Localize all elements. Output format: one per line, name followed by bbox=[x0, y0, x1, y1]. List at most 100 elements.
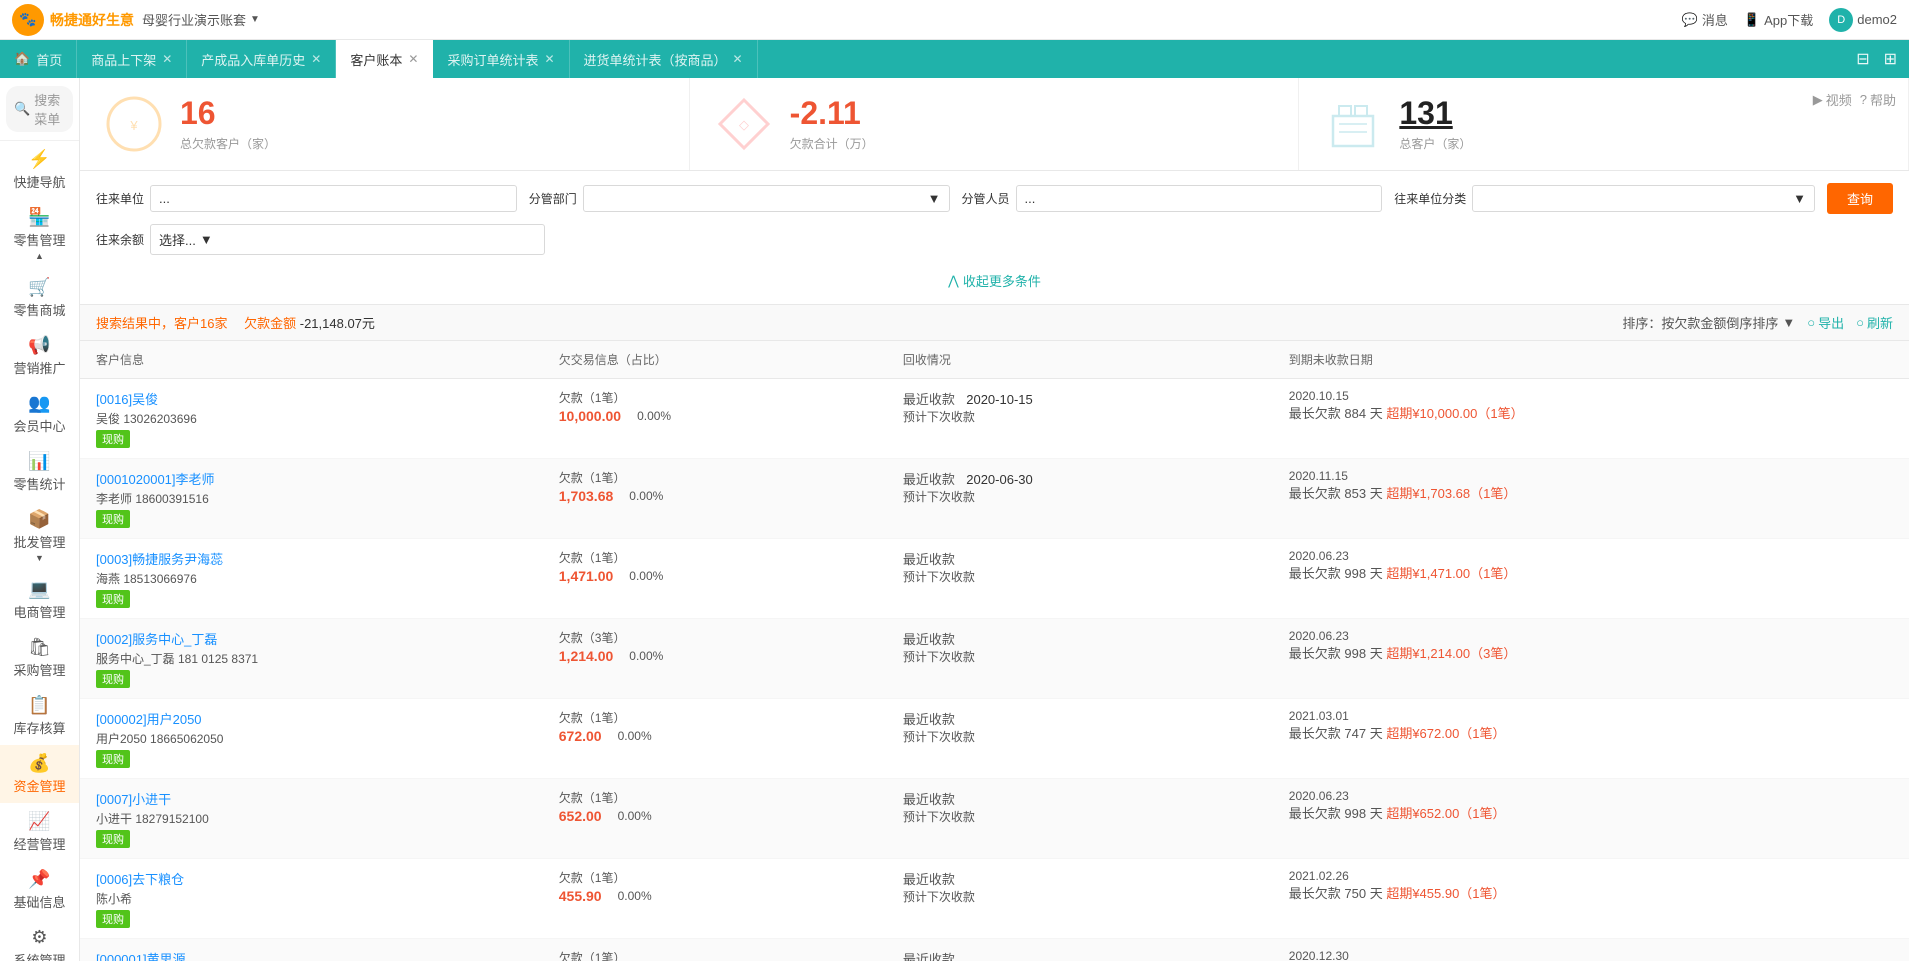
collapse-icon: ⋀ bbox=[948, 273, 959, 289]
sidebar-item-batch-mgmt[interactable]: 📦 批发管理 ▼ bbox=[0, 501, 79, 571]
search-button[interactable]: 查询 bbox=[1827, 183, 1893, 214]
sidebar-item-inventory[interactable]: 📋 库存核算 bbox=[0, 687, 79, 745]
sidebar-item-basic-info[interactable]: 📌 基础信息 bbox=[0, 861, 79, 919]
help-button[interactable]: ? 帮助 bbox=[1860, 90, 1896, 109]
summary-card-debt-customers: ¥ 16 总欠款客户（家） bbox=[80, 78, 690, 170]
sidebar-batch-mgmt-label: 批发管理 bbox=[13, 532, 65, 551]
tab-production[interactable]: 产成品入库单历史 ✕ bbox=[187, 40, 336, 78]
overdue-link-3[interactable]: 超期¥1,471.00（1笔） bbox=[1386, 566, 1516, 581]
finance-icon: 💰 bbox=[28, 753, 50, 774]
overdue-link-2[interactable]: 超期¥1,703.68（1笔） bbox=[1386, 486, 1516, 501]
app-download-button[interactable]: 📱 App下载 bbox=[1744, 10, 1813, 29]
customer-name-link-5[interactable]: [000002]用户2050 bbox=[96, 712, 202, 727]
message-button[interactable]: 💬 消息 bbox=[1682, 10, 1728, 29]
tab-products[interactable]: 商品上下架 ✕ bbox=[77, 40, 187, 78]
quick-nav-icon: ⚡ bbox=[28, 149, 50, 170]
sidebar-item-finance[interactable]: 💰 资金管理 bbox=[0, 745, 79, 803]
sidebar-retail-stats-label: 零售统计 bbox=[13, 474, 65, 493]
total-customers-info: 131 总客户（家） bbox=[1399, 96, 1471, 152]
category-select[interactable]: ▼ bbox=[1472, 185, 1815, 212]
overdue-days-4: 最长欠款 998 天 超期¥1,214.00（3笔） bbox=[1289, 643, 1893, 662]
col-recovery: 回收情况 bbox=[887, 341, 1273, 379]
person-label: 分管人员 bbox=[962, 190, 1010, 207]
balance-select[interactable]: 选择... ▼ bbox=[150, 224, 545, 255]
next-payment-4: 预计下次收款 bbox=[903, 648, 1257, 665]
debt-info-6: 欠款（1笔） bbox=[559, 789, 871, 806]
cell-due-date-6: 2020.06.23 最长欠款 998 天 超期¥652.00（1笔） bbox=[1273, 779, 1909, 859]
chevron-down-icon5: ▼ bbox=[1782, 315, 1795, 330]
next-payment-2: 预计下次收款 bbox=[903, 488, 1257, 505]
recovery-info-7: 最近收款 bbox=[903, 869, 1257, 888]
sidebar-item-marketing[interactable]: 📢 营销推广 bbox=[0, 327, 79, 385]
recovery-info-2: 最近收款 2020-06-30 bbox=[903, 469, 1257, 488]
customer-phone-7: 陈小希 bbox=[96, 890, 527, 907]
sidebar-operations-label: 经营管理 bbox=[13, 834, 65, 853]
app-container: 🐾 畅捷通好生意 母婴行业演示账套 ▼ 💬 消息 📱 App下载 D demo2 bbox=[0, 0, 1909, 961]
sidebar-search-box[interactable]: 🔍 搜索菜单 bbox=[6, 86, 73, 132]
tab-products-close[interactable]: ✕ bbox=[162, 52, 172, 66]
next-payment-1: 预计下次收款 bbox=[903, 408, 1257, 425]
sidebar-item-members[interactable]: 👥 会员中心 bbox=[0, 385, 79, 443]
cell-customer-info-2: [0001020001]李老师 李老师 18600391516 现购 bbox=[80, 459, 543, 539]
tab-purchase-stats-close[interactable]: ✕ bbox=[733, 52, 743, 66]
sidebar-item-ecommerce[interactable]: 💻 电商管理 bbox=[0, 571, 79, 629]
tab-maximize-button[interactable]: ⊞ bbox=[1880, 47, 1901, 71]
customer-name-link-3[interactable]: [0003]畅捷服务尹海蕊 bbox=[96, 552, 223, 567]
tab-purchase-stats[interactable]: 进货单统计表（按商品） ✕ bbox=[570, 40, 758, 78]
person-input[interactable]: ... bbox=[1016, 185, 1383, 212]
results-info: 搜索结果中，客户16家 欠款金额 -21,148.07元 bbox=[96, 313, 375, 332]
collapse-button[interactable]: ⋀ 收起更多条件 bbox=[942, 265, 1047, 296]
overdue-link-5[interactable]: 超期¥672.00（1笔） bbox=[1386, 726, 1505, 741]
sidebar-item-purchase[interactable]: 🛍 采购管理 bbox=[0, 629, 79, 687]
customer-name-link-6[interactable]: [0007]小进干 bbox=[96, 792, 171, 807]
tab-customer-account-close[interactable]: ✕ bbox=[408, 52, 418, 66]
tab-production-close[interactable]: ✕ bbox=[311, 52, 321, 66]
sidebar-item-retail-mgmt[interactable]: 🏪 零售管理 ▲ bbox=[0, 199, 79, 269]
table-row: [0016]吴俊 吴俊 13026203696 现购 欠款（1笔） 10,000… bbox=[80, 379, 1909, 459]
company-selector[interactable]: 母婴行业演示账套 ▼ bbox=[142, 10, 260, 29]
sidebar-item-quick-nav[interactable]: ⚡ 快捷导航 bbox=[0, 141, 79, 199]
due-date-8: 2020.12.30 bbox=[1289, 949, 1893, 961]
ecommerce-icon: 💻 bbox=[28, 579, 50, 600]
filter-person: 分管人员 ... bbox=[962, 185, 1383, 212]
next-payment-3: 预计下次收款 bbox=[903, 568, 1257, 585]
debt-info-1: 欠款（1笔） bbox=[559, 389, 871, 406]
customer-name-link-2[interactable]: [0001020001]李老师 bbox=[96, 472, 215, 487]
overdue-days-7: 最长欠款 750 天 超期¥455.90（1笔） bbox=[1289, 883, 1893, 902]
debt-customers-value: 16 bbox=[180, 96, 276, 131]
cell-debt-info-7: 欠款（1笔） 455.90 0.00% bbox=[543, 859, 887, 939]
sort-select[interactable]: 排序：按欠款金额倒序排序 ▼ bbox=[1622, 313, 1795, 332]
tab-home[interactable]: 🏠 首页 bbox=[0, 40, 77, 78]
overdue-link-4[interactable]: 超期¥1,214.00（3笔） bbox=[1386, 646, 1516, 661]
collapse-label: 收起更多条件 bbox=[963, 271, 1041, 290]
customer-name-link-8[interactable]: [000001]黄思源 bbox=[96, 952, 186, 961]
dept-select[interactable]: ▼ bbox=[583, 185, 950, 212]
customer-name-link-1[interactable]: [0016]吴俊 bbox=[96, 392, 158, 407]
filters-area: 往来单位 ... 分管部门 ▼ 分管人员 bbox=[80, 171, 1909, 305]
supplier-input[interactable]: ... bbox=[150, 185, 517, 212]
logo-area: 🐾 畅捷通好生意 bbox=[12, 4, 134, 36]
refresh-button[interactable]: ○ 刷新 bbox=[1856, 313, 1893, 332]
tab-customer-account[interactable]: 客户账本 ✕ bbox=[336, 40, 433, 78]
export-button[interactable]: ○ 导出 bbox=[1807, 313, 1844, 332]
sidebar-marketing-label: 营销推广 bbox=[13, 358, 65, 377]
tab-minimize-button[interactable]: ⊟ bbox=[1852, 47, 1873, 71]
tab-purchase-order-close[interactable]: ✕ bbox=[544, 52, 554, 66]
tab-purchase-order[interactable]: 采购订单统计表 ✕ bbox=[433, 40, 569, 78]
sidebar-item-operations[interactable]: 📈 经营管理 bbox=[0, 803, 79, 861]
customer-name-link-4[interactable]: [0002]服务中心_丁磊 bbox=[96, 632, 217, 647]
user-menu[interactable]: D demo2 bbox=[1829, 8, 1897, 32]
sidebar-item-retail-store[interactable]: 🛒 零售商城 bbox=[0, 269, 79, 327]
customer-name-link-7[interactable]: [0006]去下粮仓 bbox=[96, 872, 184, 887]
overdue-link-7[interactable]: 超期¥455.90（1笔） bbox=[1386, 886, 1505, 901]
basic-info-icon: 📌 bbox=[28, 869, 50, 890]
video-button[interactable]: ▶ 视频 bbox=[1813, 90, 1852, 109]
due-date-2: 2020.11.15 bbox=[1289, 469, 1893, 483]
logo-icon: 🐾 bbox=[12, 4, 44, 36]
overdue-link-6[interactable]: 超期¥652.00（1笔） bbox=[1386, 806, 1505, 821]
customer-tag-7: 现购 bbox=[96, 910, 130, 928]
sidebar-item-retail-stats[interactable]: 📊 零售统计 bbox=[0, 443, 79, 501]
sidebar-item-system[interactable]: ⚙ 系统管理 bbox=[0, 919, 79, 961]
overdue-link-1[interactable]: 超期¥10,000.00（1笔） bbox=[1386, 406, 1523, 421]
customer-tag-4: 现购 bbox=[96, 670, 130, 688]
